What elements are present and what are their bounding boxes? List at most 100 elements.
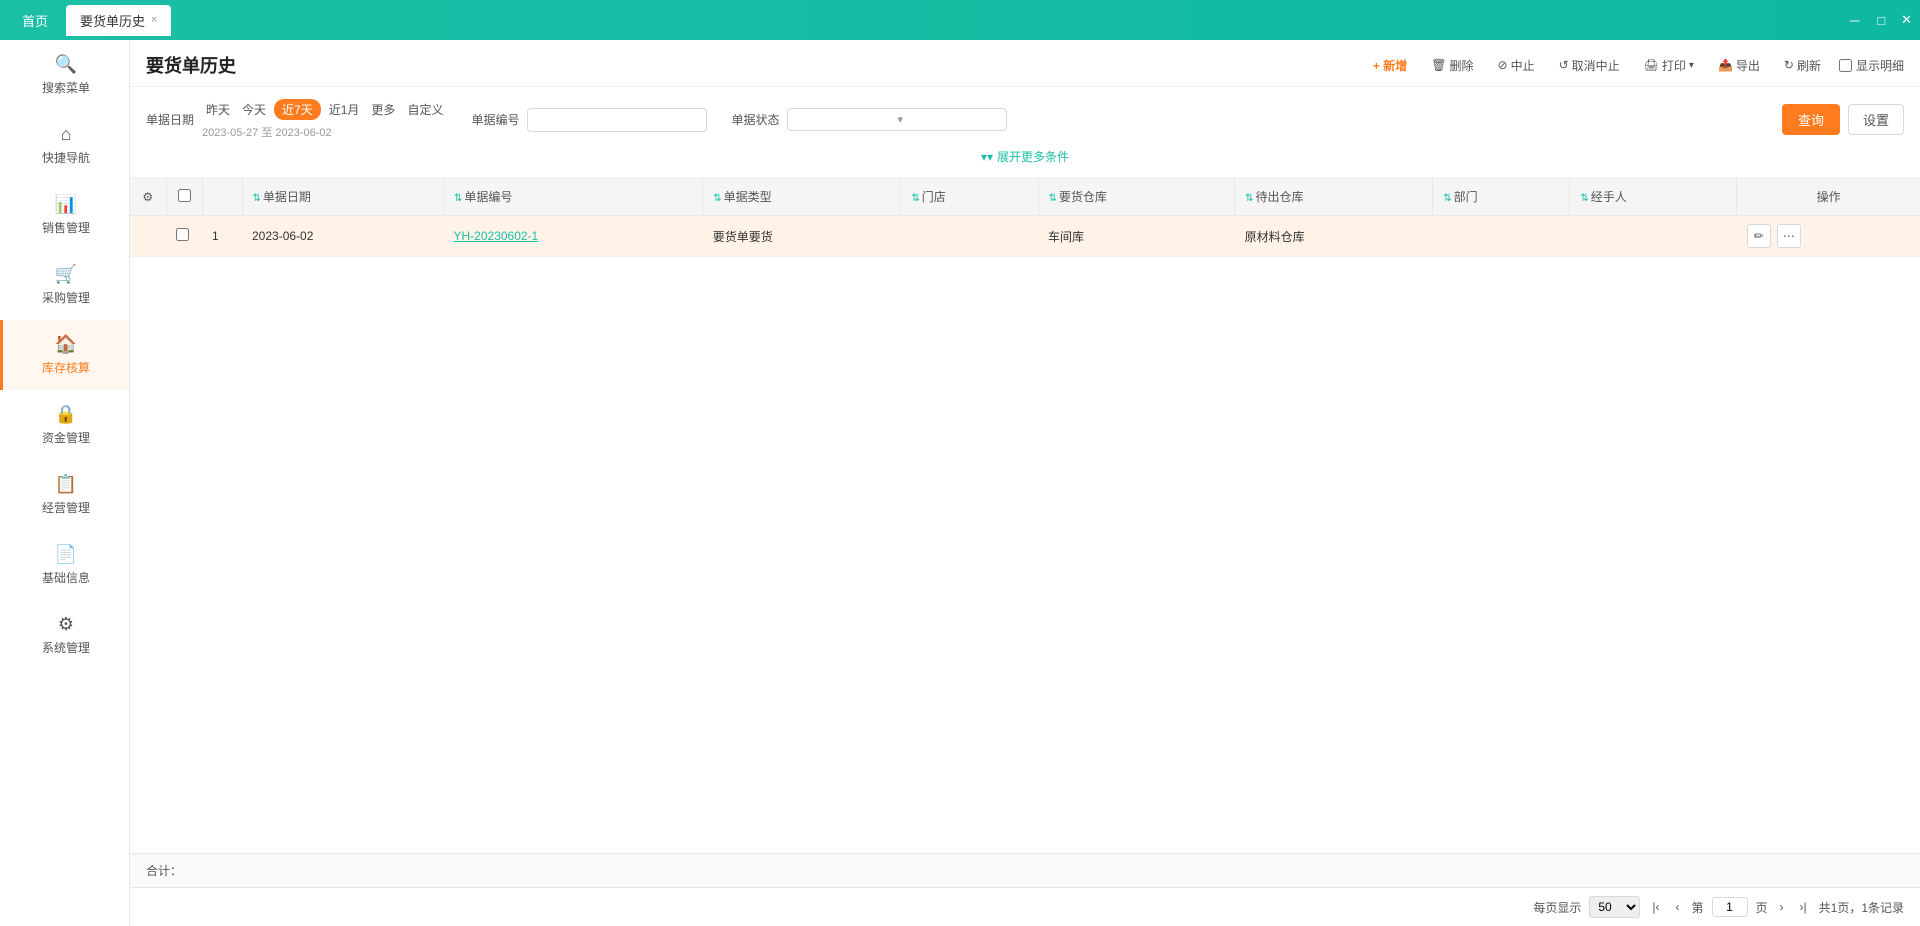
sidebar: 🔍 搜索菜单 ⌂ 快捷导航 📊 销售管理 🛒 采购管理 🏠 库存核算 🔒 资金管… xyxy=(0,40,130,926)
date-filter-group: 单据日期 昨天 今天 近7天 近1月 更多 自定义 2023-05-27 至 2… xyxy=(146,99,447,140)
sidebar-item-sales-mgmt[interactable]: 📊 销售管理 xyxy=(0,180,129,250)
doc-number-label: 单据编号 xyxy=(471,111,519,128)
query-button[interactable]: 查询 xyxy=(1782,104,1840,135)
today-btn[interactable]: 今天 xyxy=(238,99,270,120)
display-detail-checkbox[interactable] xyxy=(1839,59,1852,72)
sidebar-item-sys-mgmt[interactable]: ⚙ 系统管理 xyxy=(0,600,129,670)
tab-close-icon[interactable]: × xyxy=(151,14,157,26)
doc-status-select[interactable]: ▾ xyxy=(787,108,1007,131)
export-button[interactable]: 📤 导出 xyxy=(1712,53,1766,78)
th-doc-number[interactable]: ⇅单据编号 xyxy=(444,178,703,216)
next-page-button[interactable]: › xyxy=(1776,898,1788,916)
settings-button[interactable]: 设置 xyxy=(1848,104,1904,135)
sidebar-item-label: 库存核算 xyxy=(42,359,90,376)
tab-current-label: 要货单历史 xyxy=(80,11,145,30)
filter-row: 单据日期 昨天 今天 近7天 近1月 更多 自定义 2023-05-27 至 2… xyxy=(146,99,1904,140)
sidebar-item-finance-mgmt[interactable]: 🔒 资金管理 xyxy=(0,390,129,460)
stop-label: 中止 xyxy=(1511,57,1535,74)
date-range-display: 2023-05-27 至 2023-06-02 xyxy=(202,124,447,140)
new-button[interactable]: + 新增 xyxy=(1367,53,1413,78)
td-doc-date: 2023-06-02 xyxy=(242,216,444,257)
row-edit-button[interactable]: ✏ xyxy=(1747,224,1771,248)
sidebar-item-ops-mgmt[interactable]: 📋 经营管理 xyxy=(0,460,129,530)
window-minimize-icon[interactable]: － xyxy=(1848,11,1861,30)
window-close-icon[interactable]: ✕ xyxy=(1901,12,1912,28)
sidebar-item-label: 系统管理 xyxy=(42,639,90,656)
th-req-warehouse[interactable]: ⇅要货仓库 xyxy=(1038,178,1235,216)
content-area: 要货单历史 + 新增 🗑 删除 ⊘ 中止 ↺ 取消中止 🖨 打印 xyxy=(130,40,1920,926)
sidebar-item-inventory[interactable]: 🏠 库存核算 xyxy=(0,320,129,390)
per-page-select[interactable]: 50 100 200 xyxy=(1589,896,1640,918)
filter-area: 单据日期 昨天 今天 近7天 近1月 更多 自定义 2023-05-27 至 2… xyxy=(130,87,1920,178)
doc-number-link[interactable]: YH-20230602-1 xyxy=(454,229,539,243)
window-controls: － □ ✕ xyxy=(1848,11,1912,30)
pagination: 每页显示 50 100 200 |‹ ‹ 第 1 页 › ›| 共1页，1条记录 xyxy=(130,887,1920,926)
refresh-button[interactable]: ↻ 刷新 xyxy=(1778,53,1827,78)
last7days-btn[interactable]: 近7天 xyxy=(274,99,321,120)
td-checkbox xyxy=(166,216,202,257)
expand-label: 展开更多条件 xyxy=(997,148,1069,165)
sidebar-item-purchase-mgmt[interactable]: 🛒 采购管理 xyxy=(0,250,129,320)
export-icon: 📤 xyxy=(1718,58,1733,72)
delete-button[interactable]: 🗑 删除 xyxy=(1425,53,1479,78)
last1month-btn[interactable]: 近1月 xyxy=(325,99,364,120)
sidebar-item-label: 经营管理 xyxy=(42,499,90,516)
more-btn[interactable]: 更多 xyxy=(367,99,399,120)
th-settings[interactable]: ⚙ xyxy=(130,178,166,216)
cancel-stop-button[interactable]: ↺ 取消中止 xyxy=(1553,53,1626,78)
tab-current[interactable]: 要货单历史 × xyxy=(66,5,171,36)
purchase-mgmt-icon: 🛒 xyxy=(55,264,77,285)
sidebar-item-quick-nav[interactable]: ⌂ 快捷导航 xyxy=(0,110,129,180)
first-page-button[interactable]: |‹ xyxy=(1648,898,1663,916)
page-label-suffix: 页 xyxy=(1756,899,1768,916)
page-header: 要货单历史 + 新增 🗑 删除 ⊘ 中止 ↺ 取消中止 🖨 打印 xyxy=(130,40,1920,87)
expand-filter-button[interactable]: ▾▾ 展开更多条件 xyxy=(146,148,1904,165)
print-button[interactable]: 🖨 打印 ▾ xyxy=(1638,53,1700,78)
th-department[interactable]: ⇅部门 xyxy=(1433,178,1570,216)
td-seq: 1 xyxy=(202,216,242,257)
finance-mgmt-icon: 🔒 xyxy=(55,404,77,425)
doc-status-dropdown-icon: ▾ xyxy=(897,113,998,126)
td-handler xyxy=(1570,216,1737,257)
th-store[interactable]: ⇅门店 xyxy=(901,178,1038,216)
display-detail-checkbox-wrapper[interactable]: 显示明细 xyxy=(1839,57,1904,74)
th-seq xyxy=(202,178,242,216)
select-all-checkbox[interactable] xyxy=(178,189,191,202)
date-quick-buttons: 昨天 今天 近7天 近1月 更多 自定义 xyxy=(202,99,447,120)
stop-button[interactable]: ⊘ 中止 xyxy=(1492,53,1541,78)
delete-icon: 🗑 xyxy=(1431,58,1446,72)
tab-home[interactable]: 首页 xyxy=(8,5,62,36)
custom-btn[interactable]: 自定义 xyxy=(403,99,447,120)
doc-number-input[interactable] xyxy=(527,108,707,132)
total-info: 共1页，1条记录 xyxy=(1819,899,1904,916)
sidebar-item-label: 快捷导航 xyxy=(42,149,90,166)
th-doc-type[interactable]: ⇅单据类型 xyxy=(703,178,901,216)
td-doc-number[interactable]: YH-20230602-1 xyxy=(444,216,703,257)
main-layout: 🔍 搜索菜单 ⌂ 快捷导航 📊 销售管理 🛒 采购管理 🏠 库存核算 🔒 资金管… xyxy=(0,40,1920,926)
th-checkbox xyxy=(166,178,202,216)
window-maximize-icon[interactable]: □ xyxy=(1877,13,1885,28)
filter-action-buttons: 查询 设置 xyxy=(1782,104,1904,135)
td-department xyxy=(1433,216,1570,257)
th-handler[interactable]: ⇅经手人 xyxy=(1570,178,1737,216)
sys-mgmt-icon: ⚙ xyxy=(58,614,74,635)
last-page-button[interactable]: ›| xyxy=(1796,898,1811,916)
sidebar-item-label: 资金管理 xyxy=(42,429,90,446)
td-settings xyxy=(130,216,166,257)
row-delete-button[interactable]: ⋯ xyxy=(1777,224,1801,248)
refresh-label: 刷新 xyxy=(1797,57,1821,74)
table-wrapper: ⚙ ⇅单据日期 ⇅单据编号 ⇅单据类型 ⇅门店 ⇅要货仓库 ⇅待出仓库 ⇅部门 … xyxy=(130,178,1920,853)
page-number-input[interactable]: 1 xyxy=(1712,897,1748,917)
doc-status-filter-group: 单据状态 ▾ xyxy=(731,108,1007,131)
yesterday-btn[interactable]: 昨天 xyxy=(202,99,234,120)
print-icon: 🖨 xyxy=(1644,58,1659,72)
td-actions: ✏ ⋯ xyxy=(1737,216,1920,257)
display-detail-label: 显示明细 xyxy=(1856,57,1904,74)
th-doc-date[interactable]: ⇅单据日期 xyxy=(242,178,444,216)
th-pending-warehouse[interactable]: ⇅待出仓库 xyxy=(1235,178,1433,216)
sidebar-item-search-menu[interactable]: 🔍 搜索菜单 xyxy=(0,40,129,110)
prev-page-button[interactable]: ‹ xyxy=(1671,898,1683,916)
row-checkbox[interactable] xyxy=(176,228,189,241)
sidebar-item-label: 采购管理 xyxy=(42,289,90,306)
sidebar-item-base-info[interactable]: 📄 基础信息 xyxy=(0,530,129,600)
